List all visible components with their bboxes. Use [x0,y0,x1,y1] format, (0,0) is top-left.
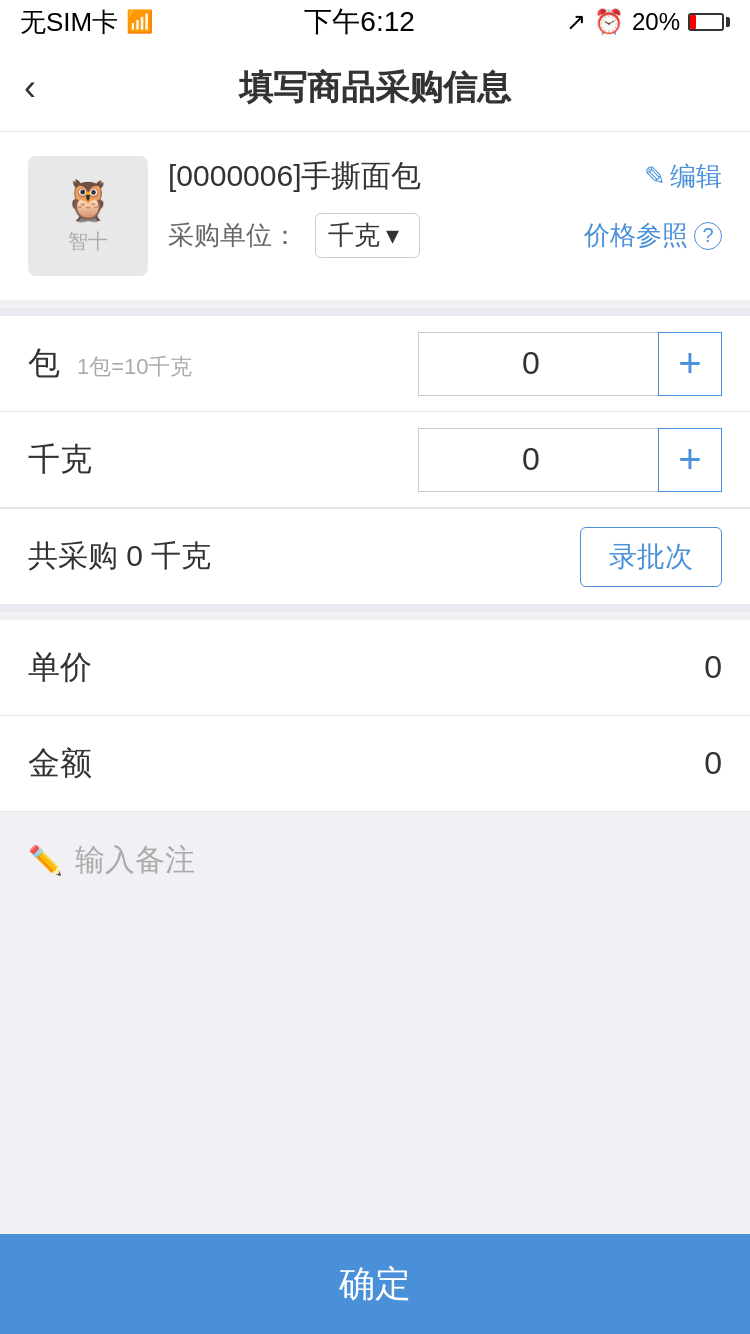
page-title: 填写商品采购信息 [239,65,511,111]
back-button[interactable]: ‹ [24,67,36,109]
edit-icon: ✎ [644,161,666,192]
status-right: ↗ ⏰ 20% [566,8,730,36]
notes-section: ✏️ 输入备注 [0,812,750,909]
product-card: 🦉 智十 [0000006]手撕面包 ✎ 编辑 采购单位： 千克 ▾ 价格参照 … [0,132,750,308]
nav-bar: ‹ 填写商品采购信息 [0,44,750,132]
amount-value: 0 [704,745,722,782]
batch-record-button[interactable]: 录批次 [580,527,722,587]
content-spacer [0,909,750,1109]
status-time: 下午6:12 [304,3,415,41]
status-left: 无SIM卡 📶 [20,5,153,40]
bao-quantity-input[interactable] [418,332,658,396]
unit-price-label: 单价 [28,646,92,690]
product-logo-label: 智十 [68,228,108,255]
kg-input-right: + [418,428,722,492]
unit-price-row: 单价 0 [0,620,750,716]
battery-percent: 20% [632,8,680,36]
purchase-unit-label: 采购单位： [168,220,298,250]
confirm-bar[interactable]: 确定 [0,1234,750,1334]
purchase-unit-row: 采购单位： 千克 ▾ 价格参照 ? [168,213,722,258]
notes-row[interactable]: ✏️ 输入备注 [0,812,750,909]
bao-input-right: + [418,332,722,396]
bao-label-area: 包 1包=10千克 [28,342,192,386]
price-info-section: 单价 0 金额 0 [0,620,750,812]
wifi-icon: 📶 [126,9,153,35]
section-divider-1 [0,308,750,316]
carrier-label: 无SIM卡 [20,5,118,40]
purchase-unit-area: 采购单位： 千克 ▾ [168,213,420,258]
battery-indicator [688,13,730,31]
price-ref-label: 价格参照 [584,218,688,253]
kg-input-row: 千克 + [0,412,750,508]
section-divider-2 [0,604,750,612]
alarm-icon: ⏰ [594,8,624,36]
kg-label-area: 千克 [28,438,92,482]
total-purchase-text: 共采购 0 千克 [28,536,211,577]
price-ref-button[interactable]: 价格参照 ? [584,218,722,253]
notes-placeholder: 输入备注 [75,840,195,881]
bao-sublabel: 1包=10千克 [77,354,193,379]
amount-row: 金额 0 [0,716,750,812]
product-info: [0000006]手撕面包 ✎ 编辑 采购单位： 千克 ▾ 价格参照 ? [168,156,722,258]
edit-label: 编辑 [670,159,722,194]
bao-label: 包 [28,345,60,381]
kg-plus-button[interactable]: + [658,428,722,492]
unit-value: 千克 [328,218,380,253]
product-name: [0000006]手撕面包 [168,156,421,197]
edit-button[interactable]: ✎ 编辑 [644,159,722,194]
product-name-row: [0000006]手撕面包 ✎ 编辑 [168,156,722,197]
amount-label: 金额 [28,742,92,786]
quantity-input-section: 包 1包=10千克 + 千克 + [0,316,750,508]
chevron-down-icon: ▾ [386,220,399,251]
bao-plus-button[interactable]: + [658,332,722,396]
bao-input-row: 包 1包=10千克 + [0,316,750,412]
product-thumbnail: 🦉 智十 [28,156,148,276]
location-icon: ↗ [566,8,586,36]
pencil-icon: ✏️ [28,844,63,877]
summary-row: 共采购 0 千克 录批次 [0,508,750,604]
product-logo-icon: 🦉 [63,177,113,224]
kg-label: 千克 [28,441,92,477]
question-icon: ? [694,222,722,250]
confirm-button-label: 确定 [339,1260,411,1309]
unit-select[interactable]: 千克 ▾ [315,213,420,258]
kg-quantity-input[interactable] [418,428,658,492]
unit-price-value: 0 [704,649,722,686]
status-bar: 无SIM卡 📶 下午6:12 ↗ ⏰ 20% [0,0,750,44]
